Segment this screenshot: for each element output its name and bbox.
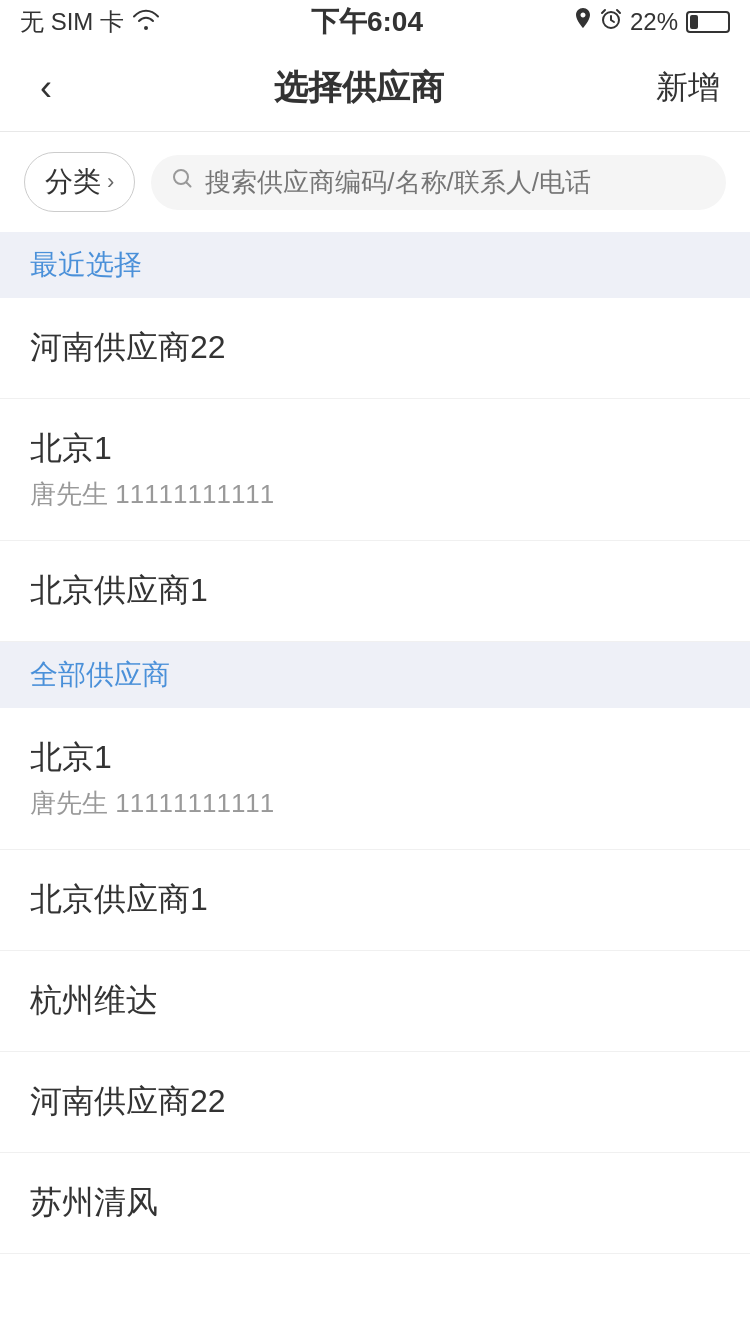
sections-container: 最近选择河南供应商22 北京1 唐先生 11111111111 北京供应商1 全部供应商…	[0, 232, 750, 1254]
item-name: 北京供应商1	[30, 878, 720, 922]
chevron-right-icon: ›	[107, 169, 114, 195]
battery-percent: 22%	[630, 8, 678, 36]
item-name: 河南供应商22	[30, 1080, 720, 1124]
section-header-all: 全部供应商	[0, 642, 750, 708]
page-title: 选择供应商	[274, 65, 444, 111]
back-button[interactable]: ‹	[30, 57, 62, 119]
search-bar: 分类 ›	[0, 132, 750, 232]
search-input-wrap[interactable]	[151, 155, 726, 210]
wifi-icon	[132, 8, 160, 36]
list-item[interactable]: 北京1 唐先生 11111111111	[0, 399, 750, 541]
list-item[interactable]: 北京供应商1	[0, 541, 750, 642]
battery-icon	[686, 11, 730, 33]
item-name: 河南供应商22	[30, 326, 720, 370]
no-sim-label: 无 SIM 卡	[20, 6, 124, 38]
list-item[interactable]: 河南供应商22	[0, 1052, 750, 1153]
item-name: 北京1	[30, 736, 720, 780]
location-icon	[574, 8, 592, 36]
item-name: 北京供应商1	[30, 569, 720, 613]
nav-bar: ‹ 选择供应商 新增	[0, 44, 750, 132]
item-sub: 唐先生 11111111111	[30, 477, 720, 512]
alarm-icon	[600, 8, 622, 36]
category-filter-button[interactable]: 分类 ›	[24, 152, 135, 212]
category-label: 分类	[45, 163, 101, 201]
list-item[interactable]: 杭州维达	[0, 951, 750, 1052]
search-icon	[171, 167, 195, 198]
add-button[interactable]: 新增	[656, 66, 720, 110]
list-item[interactable]: 苏州清风	[0, 1153, 750, 1254]
section-header-recent: 最近选择	[0, 232, 750, 298]
list-item[interactable]: 北京1 唐先生 11111111111	[0, 708, 750, 850]
item-name: 北京1	[30, 427, 720, 471]
item-sub: 唐先生 11111111111	[30, 786, 720, 821]
status-left: 无 SIM 卡	[20, 6, 160, 38]
item-name: 苏州清风	[30, 1181, 720, 1225]
list-item[interactable]: 北京供应商1	[0, 850, 750, 951]
status-bar: 无 SIM 卡 下午6:04 22%	[0, 0, 750, 44]
status-right: 22%	[574, 8, 730, 36]
search-input[interactable]	[205, 167, 706, 198]
status-time: 下午6:04	[311, 3, 423, 41]
list-item[interactable]: 河南供应商22	[0, 298, 750, 399]
item-name: 杭州维达	[30, 979, 720, 1023]
